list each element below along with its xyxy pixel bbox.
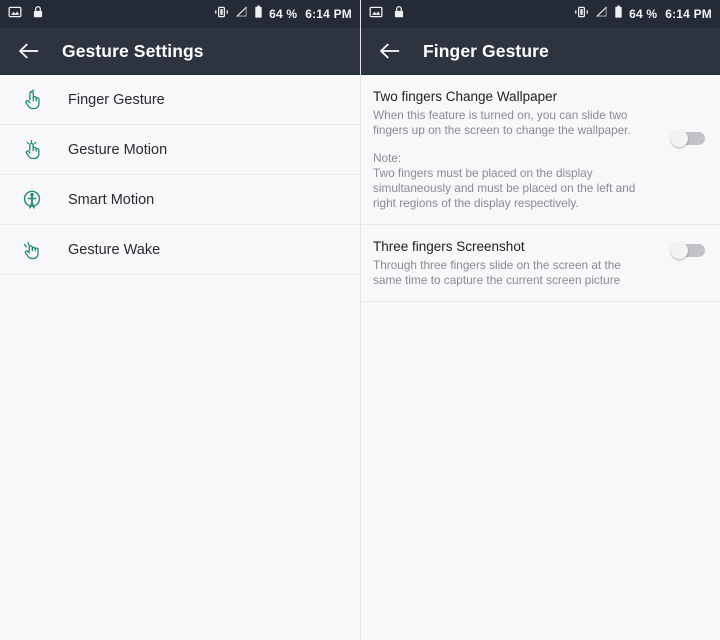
setting-description: Through three fingers slide on the scree…: [373, 258, 621, 287]
setting-row-two-fingers-change-wallpaper[interactable]: Two fingers Change Wallpaper When this f…: [361, 75, 720, 225]
arrow-left-icon: [380, 43, 400, 59]
status-bar-left-icons: [369, 5, 574, 24]
setting-title: Two fingers Change Wallpaper: [373, 89, 558, 104]
image-icon: [8, 5, 22, 24]
sidebar-item-finger-gesture[interactable]: Finger Gesture: [0, 75, 360, 125]
sidebar-item-smart-motion[interactable]: Smart Motion: [0, 175, 360, 225]
battery-percent-label: 64 %: [629, 7, 658, 21]
lock-icon: [32, 5, 44, 24]
battery-percent-label: 64 %: [269, 7, 298, 21]
lock-icon: [393, 5, 405, 24]
back-button-left[interactable]: [14, 36, 44, 66]
switch-off-icon: [671, 130, 705, 147]
status-bar-left: 64 % 6:14 PM: [0, 0, 360, 28]
switch-knob: [671, 130, 688, 147]
status-bar-right-icons: 64 % 6:14 PM: [574, 5, 712, 24]
status-bar-right: 64 % 6:14 PM: [361, 0, 720, 28]
toggle-two-fingers-change-wallpaper[interactable]: [656, 89, 720, 147]
left-pane-gesture-settings: 64 % 6:14 PM Gesture Settings Finger Ges…: [0, 0, 360, 640]
gesture-settings-list: Finger Gesture Gesture Motion Smart Moti…: [0, 75, 360, 275]
finger-gesture-settings-list: Two fingers Change Wallpaper When this f…: [361, 75, 720, 302]
back-button-right[interactable]: [375, 36, 405, 66]
sidebar-item-label: Smart Motion: [68, 191, 155, 208]
battery-icon: [254, 5, 263, 24]
page-title-left: Gesture Settings: [62, 40, 204, 61]
switch-off-icon: [671, 242, 705, 259]
clock-label: 6:14 PM: [305, 7, 352, 21]
setting-description: When this feature is turned on, you can …: [373, 108, 631, 137]
app-bar-left: Gesture Settings: [0, 28, 360, 75]
smart-motion-icon: [17, 185, 47, 215]
toggle-three-fingers-screenshot[interactable]: [656, 239, 720, 259]
setting-row-three-fingers-screenshot[interactable]: Three fingers Screenshot Through three f…: [361, 225, 720, 302]
vibrate-icon: [214, 5, 229, 24]
switch-knob: [671, 242, 688, 259]
right-pane-finger-gesture: 64 % 6:14 PM Finger Gesture Two fingers …: [360, 0, 720, 640]
setting-text-block: Three fingers Screenshot Through three f…: [373, 239, 656, 288]
signal-off-icon: [235, 5, 248, 24]
arrow-left-icon: [19, 43, 39, 59]
signal-off-icon: [595, 5, 608, 24]
clock-label: 6:14 PM: [665, 7, 712, 21]
sidebar-item-label: Gesture Wake: [68, 241, 161, 258]
sidebar-item-gesture-wake[interactable]: Gesture Wake: [0, 225, 360, 275]
vibrate-icon: [574, 5, 589, 24]
sidebar-item-label: Finger Gesture: [68, 91, 165, 108]
setting-text-block: Two fingers Change Wallpaper When this f…: [373, 89, 656, 211]
gesture-wake-icon: [17, 235, 47, 265]
sidebar-item-gesture-motion[interactable]: Gesture Motion: [0, 125, 360, 175]
gesture-motion-icon: [17, 135, 47, 165]
sidebar-item-label: Gesture Motion: [68, 141, 168, 158]
dual-screenshot-container: 64 % 6:14 PM Gesture Settings Finger Ges…: [0, 0, 720, 640]
setting-title: Three fingers Screenshot: [373, 239, 525, 254]
setting-note: Note: Two fingers must be placed on the …: [373, 151, 636, 210]
finger-tap-icon: [17, 85, 47, 115]
page-title-right: Finger Gesture: [423, 40, 549, 61]
status-bar-left-icons: [8, 5, 214, 24]
status-bar-right-icons: 64 % 6:14 PM: [214, 5, 352, 24]
image-icon: [369, 5, 383, 24]
app-bar-right: Finger Gesture: [361, 28, 720, 75]
battery-icon: [614, 5, 623, 24]
